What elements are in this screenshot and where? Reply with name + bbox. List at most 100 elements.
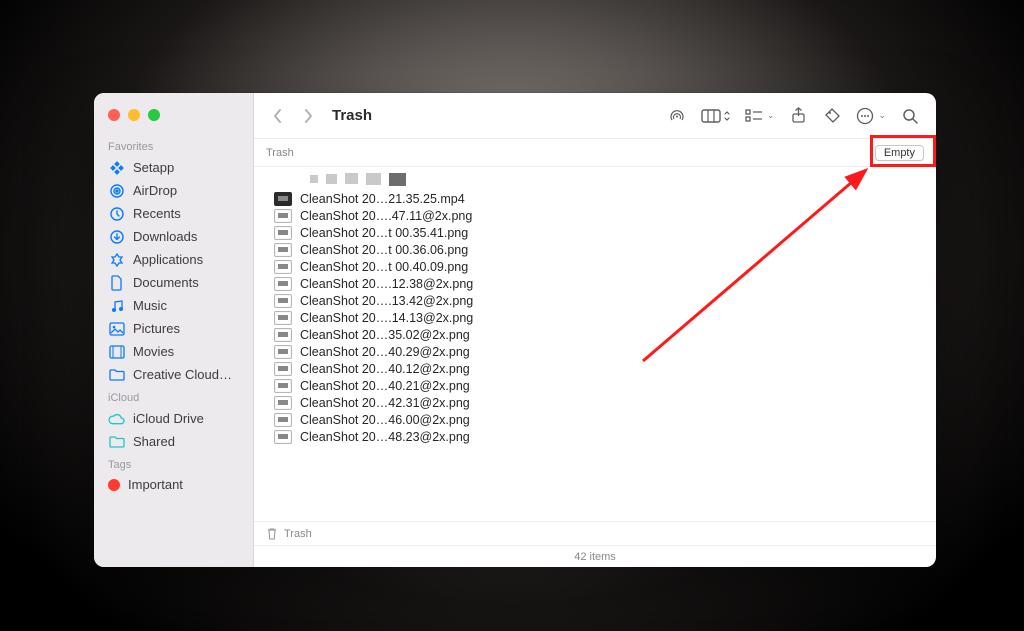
- file-name: CleanShot 20…40.29@2x.png: [300, 345, 470, 359]
- shared-icon: [108, 433, 125, 450]
- sidebar-item-label: Recents: [133, 206, 181, 221]
- tag-red-icon: [108, 479, 120, 491]
- status-bar: 42 items: [254, 545, 936, 567]
- sidebar-item-applications[interactable]: Applications: [94, 248, 253, 271]
- sidebar-section-label: iCloud: [94, 386, 253, 407]
- setapp-icon: [108, 159, 125, 176]
- sidebar: Favorites Setapp AirDrop Recents DownloadsAp…: [94, 93, 254, 567]
- airdrop-icon: [108, 182, 125, 199]
- file-name: CleanShot 20…t 00.36.06.png: [300, 243, 468, 257]
- file-row[interactable]: CleanShot 20…t 00.36.06.png: [262, 241, 936, 258]
- file-thumbnail-icon: [274, 311, 292, 325]
- sidebar-item-downloads[interactable]: Downloads: [94, 225, 253, 248]
- main-pane: Trash ⌄ ⌄: [254, 93, 936, 567]
- file-row[interactable]: CleanShot 20…40.12@2x.png: [262, 360, 936, 377]
- file-row[interactable]: CleanShot 20…46.00@2x.png: [262, 411, 936, 428]
- airdrop-icon[interactable]: [663, 102, 691, 130]
- file-thumbnail-icon: [274, 379, 292, 393]
- image-icon: [108, 320, 125, 337]
- sidebar-item-important[interactable]: Important: [94, 474, 253, 495]
- file-row[interactable]: CleanShot 20….12.38@2x.png: [262, 275, 936, 292]
- file-name: CleanShot 20….13.42@2x.png: [300, 294, 473, 308]
- sidebar-item-creative-cloud-[interactable]: Creative Cloud…: [94, 363, 253, 386]
- trash-icon: [266, 527, 278, 541]
- sidebar-item-pictures[interactable]: Pictures: [94, 317, 253, 340]
- path-bar: Trash: [254, 521, 936, 545]
- sidebar-item-label: Pictures: [133, 321, 180, 336]
- apps-icon: [108, 251, 125, 268]
- file-name: CleanShot 20…42.31@2x.png: [300, 396, 470, 410]
- file-row[interactable]: CleanShot 20….47.11@2x.png: [262, 207, 936, 224]
- file-row[interactable]: CleanShot 20…40.21@2x.png: [262, 377, 936, 394]
- file-name: CleanShot 20….14.13@2x.png: [300, 311, 473, 325]
- file-thumbnail-icon: [274, 243, 292, 257]
- search-button[interactable]: [896, 102, 924, 130]
- path-label: Trash: [284, 528, 312, 540]
- sidebar-item-setapp[interactable]: Setapp: [94, 156, 253, 179]
- file-row[interactable]: CleanShot 20….14.13@2x.png: [262, 309, 936, 326]
- file-name: CleanShot 20…21.35.25.mp4: [300, 192, 465, 206]
- file-thumbnail-icon: [274, 345, 292, 359]
- group-button[interactable]: ⌄: [741, 102, 779, 130]
- window-title: Trash: [332, 107, 372, 124]
- more-button[interactable]: ⌄: [852, 102, 890, 130]
- empty-trash-button[interactable]: Empty: [875, 145, 924, 161]
- file-thumbnail-icon: [274, 413, 292, 427]
- sidebar-item-shared[interactable]: Shared: [94, 430, 253, 453]
- cloud-icon: [108, 410, 125, 427]
- download-icon: [108, 228, 125, 245]
- file-thumbnail-icon: [274, 396, 292, 410]
- forward-button[interactable]: [296, 102, 320, 130]
- location-label: Trash: [266, 147, 294, 159]
- file-thumbnail-icon: [274, 362, 292, 376]
- sidebar-item-recents[interactable]: Recents: [94, 202, 253, 225]
- file-row[interactable]: CleanShot 20…21.35.25.mp4: [262, 190, 936, 207]
- file-name: CleanShot 20….12.38@2x.png: [300, 277, 473, 291]
- view-columns-button[interactable]: [697, 102, 735, 130]
- close-window-button[interactable]: [108, 109, 120, 121]
- clock-icon: [108, 205, 125, 222]
- icon-size-slider[interactable]: [262, 171, 936, 190]
- sidebar-item-movies[interactable]: Movies: [94, 340, 253, 363]
- sidebar-section-label: Tags: [94, 453, 253, 474]
- sidebar-item-music[interactable]: Music: [94, 294, 253, 317]
- file-thumbnail-icon: [274, 277, 292, 291]
- sidebar-item-label: Shared: [133, 434, 175, 449]
- item-count: 42 items: [574, 551, 616, 563]
- sidebar-item-label: Creative Cloud…: [133, 367, 232, 382]
- sidebar-item-label: Setapp: [133, 160, 174, 175]
- file-name: CleanShot 20…40.21@2x.png: [300, 379, 470, 393]
- file-name: CleanShot 20…t 00.35.41.png: [300, 226, 468, 240]
- file-thumbnail-icon: [274, 260, 292, 274]
- sidebar-item-label: Movies: [133, 344, 174, 359]
- file-row[interactable]: CleanShot 20…42.31@2x.png: [262, 394, 936, 411]
- music-icon: [108, 297, 125, 314]
- back-button[interactable]: [266, 102, 290, 130]
- tags-button[interactable]: [818, 102, 846, 130]
- file-row[interactable]: CleanShot 20…t 00.35.41.png: [262, 224, 936, 241]
- file-thumbnail-icon: [274, 192, 292, 206]
- file-thumbnail-icon: [274, 294, 292, 308]
- file-row[interactable]: CleanShot 20…48.23@2x.png: [262, 428, 936, 445]
- sidebar-item-label: Documents: [133, 275, 199, 290]
- zoom-window-button[interactable]: [148, 109, 160, 121]
- file-row[interactable]: CleanShot 20…t 00.40.09.png: [262, 258, 936, 275]
- file-row[interactable]: CleanShot 20….13.42@2x.png: [262, 292, 936, 309]
- sidebar-item-icloud-drive[interactable]: iCloud Drive: [94, 407, 253, 430]
- file-thumbnail-icon: [274, 430, 292, 444]
- sidebar-item-label: AirDrop: [133, 183, 177, 198]
- location-bar: Trash Empty: [254, 139, 936, 167]
- share-button[interactable]: [784, 102, 812, 130]
- window-controls: [94, 107, 253, 135]
- sidebar-section-label: Favorites: [94, 135, 253, 156]
- file-name: CleanShot 20…35.02@2x.png: [300, 328, 470, 342]
- file-name: CleanShot 20…48.23@2x.png: [300, 430, 470, 444]
- minimize-window-button[interactable]: [128, 109, 140, 121]
- file-row[interactable]: CleanShot 20…40.29@2x.png: [262, 343, 936, 360]
- file-thumbnail-icon: [274, 226, 292, 240]
- file-row[interactable]: CleanShot 20…35.02@2x.png: [262, 326, 936, 343]
- doc-icon: [108, 274, 125, 291]
- toolbar: Trash ⌄ ⌄: [254, 93, 936, 139]
- sidebar-item-documents[interactable]: Documents: [94, 271, 253, 294]
- sidebar-item-airdrop[interactable]: AirDrop: [94, 179, 253, 202]
